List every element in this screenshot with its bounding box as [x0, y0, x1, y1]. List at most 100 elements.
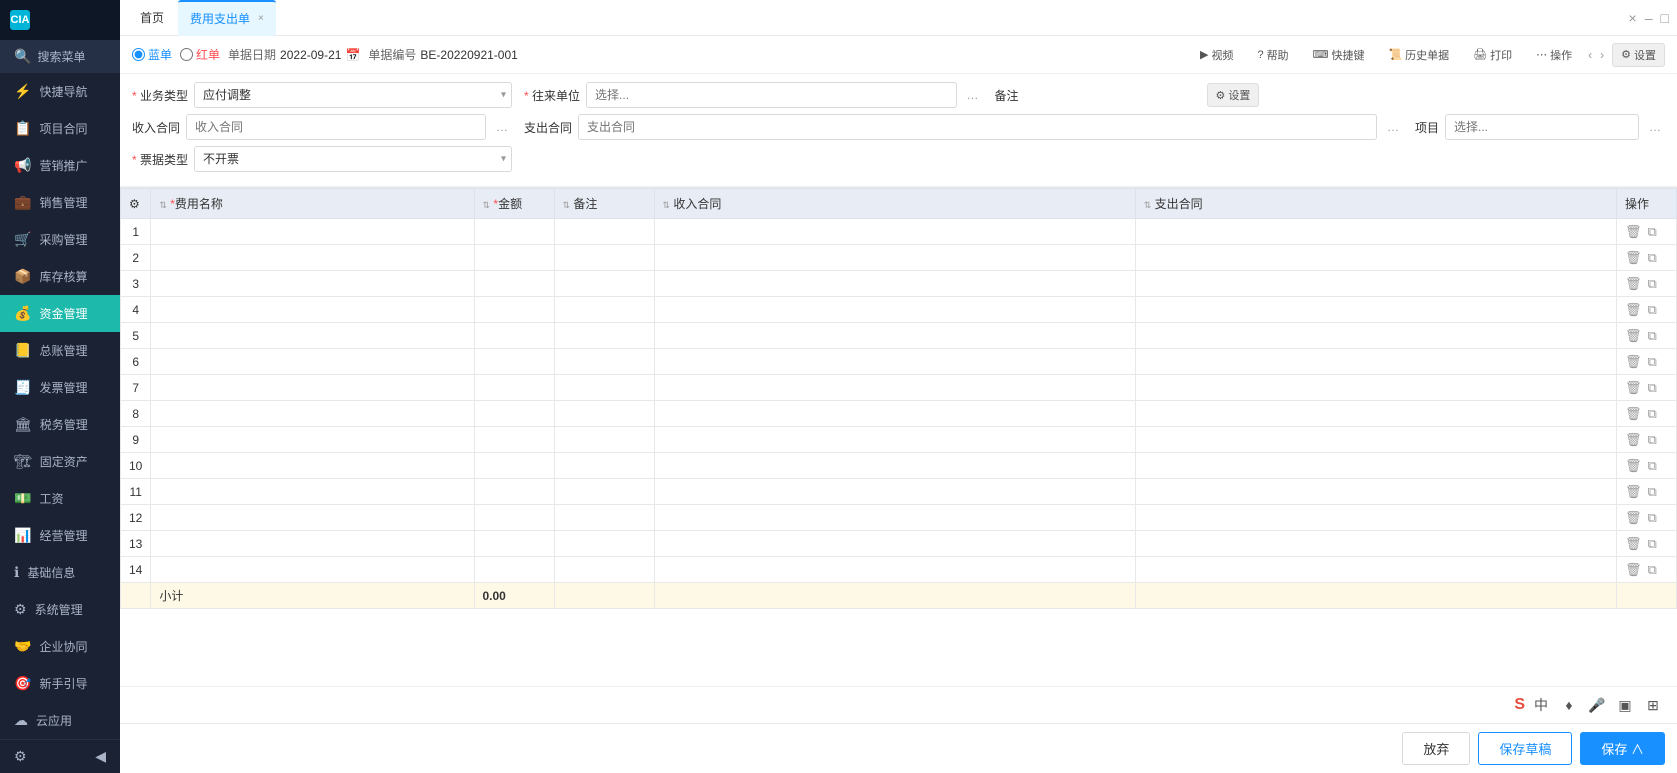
cell-amount[interactable] — [474, 557, 554, 583]
cell-amount[interactable] — [474, 271, 554, 297]
cell-note[interactable] — [554, 531, 654, 557]
tab-expense[interactable]: 费用支出单 × — [178, 0, 276, 36]
cell-note[interactable] — [554, 271, 654, 297]
project-input[interactable] — [1445, 114, 1639, 140]
cell-income-contract[interactable] — [654, 531, 1135, 557]
delete-row-icon[interactable]: 🗑 — [1625, 380, 1642, 396]
copy-row-icon[interactable]: ⧉ — [1648, 484, 1657, 500]
sidebar-item-tax[interactable]: 🏛 税务管理 — [0, 406, 120, 443]
expense-contract-ellipsis[interactable]: … — [1383, 120, 1403, 134]
partner-ellipsis[interactable]: … — [963, 88, 983, 102]
cell-name[interactable] — [151, 219, 474, 245]
delete-row-icon[interactable]: 🗑 — [1625, 224, 1642, 240]
income-contract-ellipsis[interactable]: … — [492, 120, 512, 134]
minimize-window-btn[interactable]: – — [1645, 10, 1653, 26]
sidebar-item-ledger[interactable]: 📒 总账管理 — [0, 332, 120, 369]
cell-expense-contract[interactable] — [1135, 505, 1616, 531]
cell-name[interactable] — [151, 479, 474, 505]
sidebar-item-funds[interactable]: 💰 资金管理 — [0, 295, 120, 332]
cell-name[interactable] — [151, 557, 474, 583]
next-icon[interactable]: › — [1600, 48, 1604, 62]
cell-expense-contract[interactable] — [1135, 401, 1616, 427]
col-gear[interactable]: ⚙ — [121, 189, 151, 219]
sidebar-item-invoice[interactable]: 🧾 发票管理 — [0, 369, 120, 406]
income-contract-input[interactable] — [186, 114, 486, 140]
sidebar-item-marketing[interactable]: 📢 营销推广 — [0, 147, 120, 184]
cell-note[interactable] — [554, 245, 654, 271]
cell-income-contract[interactable] — [654, 401, 1135, 427]
copy-row-icon[interactable]: ⧉ — [1648, 302, 1657, 318]
copy-row-icon[interactable]: ⧉ — [1648, 328, 1657, 344]
restore-window-btn[interactable]: □ — [1661, 10, 1669, 26]
cell-expense-contract[interactable] — [1135, 323, 1616, 349]
cell-note[interactable] — [554, 323, 654, 349]
cell-name[interactable] — [151, 453, 474, 479]
copy-row-icon[interactable]: ⧉ — [1648, 406, 1657, 422]
delete-row-icon[interactable]: 🗑 — [1625, 510, 1642, 526]
cell-name[interactable] — [151, 375, 474, 401]
cell-income-contract[interactable] — [654, 297, 1135, 323]
delete-row-icon[interactable]: 🗑 — [1625, 562, 1642, 578]
sidebar-item-purchase[interactable]: 🛒 采购管理 — [0, 221, 120, 258]
cell-name[interactable] — [151, 297, 474, 323]
copy-row-icon[interactable]: ⧉ — [1648, 354, 1657, 370]
invoice-type-select[interactable]: 不开票 — [194, 146, 512, 172]
cell-expense-contract[interactable] — [1135, 219, 1616, 245]
sidebar-item-sales[interactable]: 💼 销售管理 — [0, 184, 120, 221]
sidebar-item-system[interactable]: ⚙ 系统管理 — [0, 591, 120, 628]
cell-amount[interactable] — [474, 349, 554, 375]
cell-amount[interactable] — [474, 427, 554, 453]
sort-name-icon[interactable]: ⇅ — [159, 200, 167, 210]
sidebar-item-guide[interactable]: 🎯 新手引导 — [0, 665, 120, 702]
cell-expense-contract[interactable] — [1135, 557, 1616, 583]
cell-income-contract[interactable] — [654, 479, 1135, 505]
sidebar-item-base[interactable]: ℹ 基础信息 — [0, 554, 120, 591]
sidebar-item-cloud[interactable]: ☁ 云应用 — [0, 702, 120, 739]
copy-row-icon[interactable]: ⧉ — [1648, 432, 1657, 448]
cell-income-contract[interactable] — [654, 375, 1135, 401]
cell-expense-contract[interactable] — [1135, 531, 1616, 557]
settings-footer-icon[interactable]: ⚙ — [14, 748, 27, 765]
help-btn[interactable]: ? 帮助 — [1249, 44, 1296, 66]
cell-amount[interactable] — [474, 219, 554, 245]
delete-row-icon[interactable]: 🗑 — [1625, 276, 1642, 292]
partner-input[interactable] — [586, 82, 956, 108]
delete-row-icon[interactable]: 🗑 — [1625, 458, 1642, 474]
sort-expense-icon[interactable]: ⇅ — [1144, 200, 1152, 210]
shortcut-btn[interactable]: ⌨ 快捷键 — [1305, 44, 1373, 66]
cell-amount[interactable] — [474, 375, 554, 401]
close-window-btn[interactable]: × — [1629, 10, 1637, 26]
expense-contract-input[interactable] — [578, 114, 1377, 140]
cell-income-contract[interactable] — [654, 427, 1135, 453]
radio-red-input[interactable] — [180, 48, 193, 61]
cell-expense-contract[interactable] — [1135, 271, 1616, 297]
cell-expense-contract[interactable] — [1135, 245, 1616, 271]
copy-row-icon[interactable]: ⧉ — [1648, 276, 1657, 292]
cell-income-contract[interactable] — [654, 323, 1135, 349]
cell-name[interactable] — [151, 401, 474, 427]
cell-note[interactable] — [554, 349, 654, 375]
tab-home[interactable]: 首页 — [128, 0, 176, 36]
cell-name[interactable] — [151, 245, 474, 271]
save-draft-btn[interactable]: 保存草稿 — [1478, 732, 1572, 765]
cell-name[interactable] — [151, 349, 474, 375]
radio-blue-input[interactable] — [132, 48, 145, 61]
cell-note[interactable] — [554, 479, 654, 505]
sidebar-item-search[interactable]: 🔍 搜索菜单 — [0, 40, 120, 73]
cell-note[interactable] — [554, 505, 654, 531]
history-btn[interactable]: 📜 历史单据 — [1380, 44, 1457, 66]
sort-income-icon[interactable]: ⇅ — [663, 200, 671, 210]
shortcut-diamond-icon[interactable]: ♦ — [1557, 693, 1581, 717]
delete-row-icon[interactable]: 🗑 — [1625, 302, 1642, 318]
calendar-icon[interactable]: 📅 — [345, 48, 360, 62]
cell-expense-contract[interactable] — [1135, 297, 1616, 323]
cell-name[interactable] — [151, 505, 474, 531]
cell-note[interactable] — [554, 427, 654, 453]
cell-income-contract[interactable] — [654, 245, 1135, 271]
cell-note[interactable] — [554, 375, 654, 401]
cell-note[interactable] — [554, 401, 654, 427]
cell-name[interactable] — [151, 531, 474, 557]
radio-blue[interactable]: 蓝单 — [132, 46, 172, 63]
save-btn[interactable]: 保存 ∧ — [1580, 732, 1665, 765]
shortcut-grid-icon[interactable]: ⊞ — [1641, 693, 1665, 717]
